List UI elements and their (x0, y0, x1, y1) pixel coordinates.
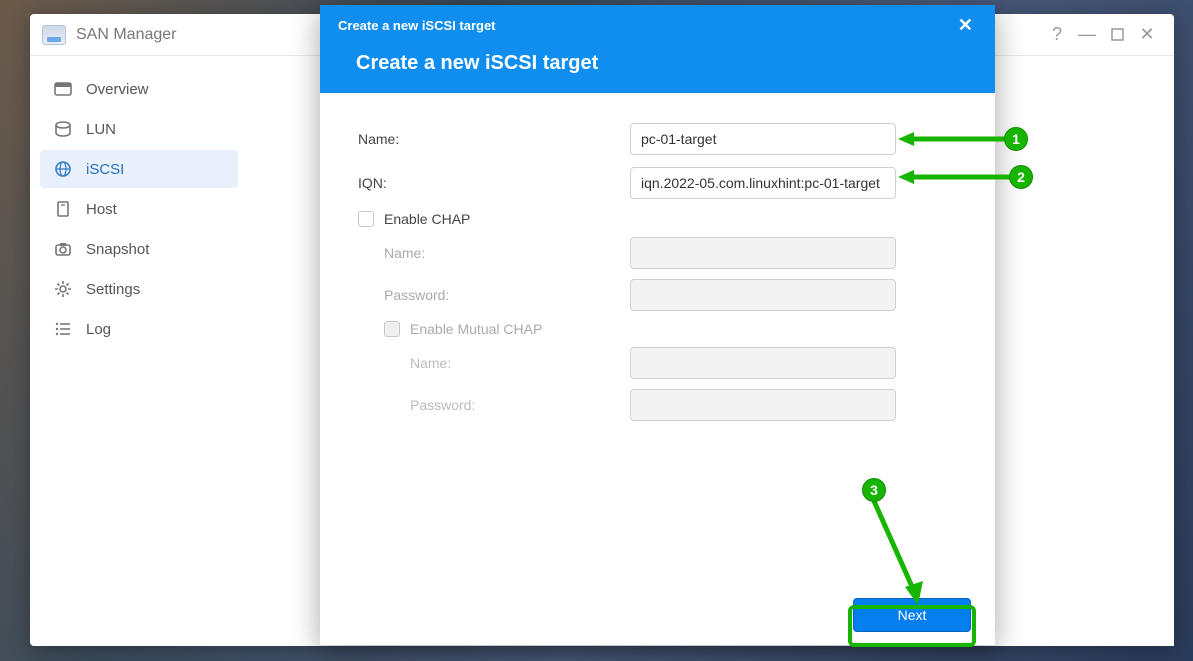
sidebar: Overview LUN iSCSI Host (30, 56, 248, 646)
iqn-label: IQN: (358, 175, 630, 191)
sidebar-item-label: Settings (86, 281, 140, 298)
dialog-footer: Next (320, 585, 995, 645)
sidebar-item-host[interactable]: Host (40, 190, 238, 228)
sidebar-item-log[interactable]: Log (40, 310, 238, 348)
camera-icon (52, 238, 74, 260)
close-dialog-button[interactable]: ✕ (954, 15, 977, 36)
dashboard-icon (52, 78, 74, 100)
host-icon (52, 198, 74, 220)
sidebar-item-label: Overview (86, 81, 149, 98)
globe-icon (52, 158, 74, 180)
dialog-body: Name: IQN: Enable CHAP Name: Password: E… (320, 93, 995, 585)
annotation-badge-1: 1 (1004, 127, 1028, 151)
sidebar-item-settings[interactable]: Settings (40, 270, 238, 308)
sidebar-item-label: Log (86, 321, 111, 338)
sidebar-item-label: iSCSI (86, 161, 124, 178)
annotation-badge-3: 3 (862, 478, 886, 502)
sidebar-item-lun[interactable]: LUN (40, 110, 238, 148)
disk-icon (52, 118, 74, 140)
enable-chap-checkbox[interactable] (358, 211, 374, 227)
mutual-password-input (630, 389, 896, 421)
iqn-input[interactable] (630, 167, 896, 199)
enable-chap-label: Enable CHAP (384, 211, 470, 227)
sidebar-item-snapshot[interactable]: Snapshot (40, 230, 238, 268)
name-label: Name: (358, 131, 630, 147)
sidebar-item-overview[interactable]: Overview (40, 70, 238, 108)
minimize-button[interactable]: — (1072, 20, 1102, 50)
annotation-badge-2: 2 (1009, 165, 1033, 189)
app-title: SAN Manager (76, 26, 177, 44)
list-icon (52, 318, 74, 340)
name-input[interactable] (630, 123, 896, 155)
close-window-button[interactable]: ✕ (1132, 20, 1162, 50)
sidebar-item-label: Host (86, 201, 117, 218)
next-button[interactable]: Next (853, 598, 971, 632)
help-button[interactable]: ? (1042, 20, 1072, 50)
dialog-window-title: Create a new iSCSI target (338, 18, 496, 33)
maximize-button[interactable] (1102, 20, 1132, 50)
chap-password-label: Password: (384, 287, 630, 303)
dialog-header: Create a new iSCSI target ✕ Create a new… (320, 5, 995, 93)
sidebar-item-label: Snapshot (86, 241, 149, 258)
app-logo-icon (42, 25, 66, 45)
chap-name-input (630, 237, 896, 269)
chap-name-label: Name: (384, 245, 630, 261)
sidebar-item-label: LUN (86, 121, 116, 138)
mutual-name-input (630, 347, 896, 379)
chap-password-input (630, 279, 896, 311)
dialog-heading: Create a new iSCSI target (356, 52, 977, 75)
gear-icon (52, 278, 74, 300)
enable-mutual-chap-checkbox (384, 321, 400, 337)
enable-mutual-chap-label: Enable Mutual CHAP (410, 321, 542, 337)
mutual-name-label: Name: (410, 355, 630, 371)
create-iscsi-target-dialog: Create a new iSCSI target ✕ Create a new… (320, 5, 995, 645)
mutual-password-label: Password: (410, 397, 630, 413)
sidebar-item-iscsi[interactable]: iSCSI (40, 150, 238, 188)
